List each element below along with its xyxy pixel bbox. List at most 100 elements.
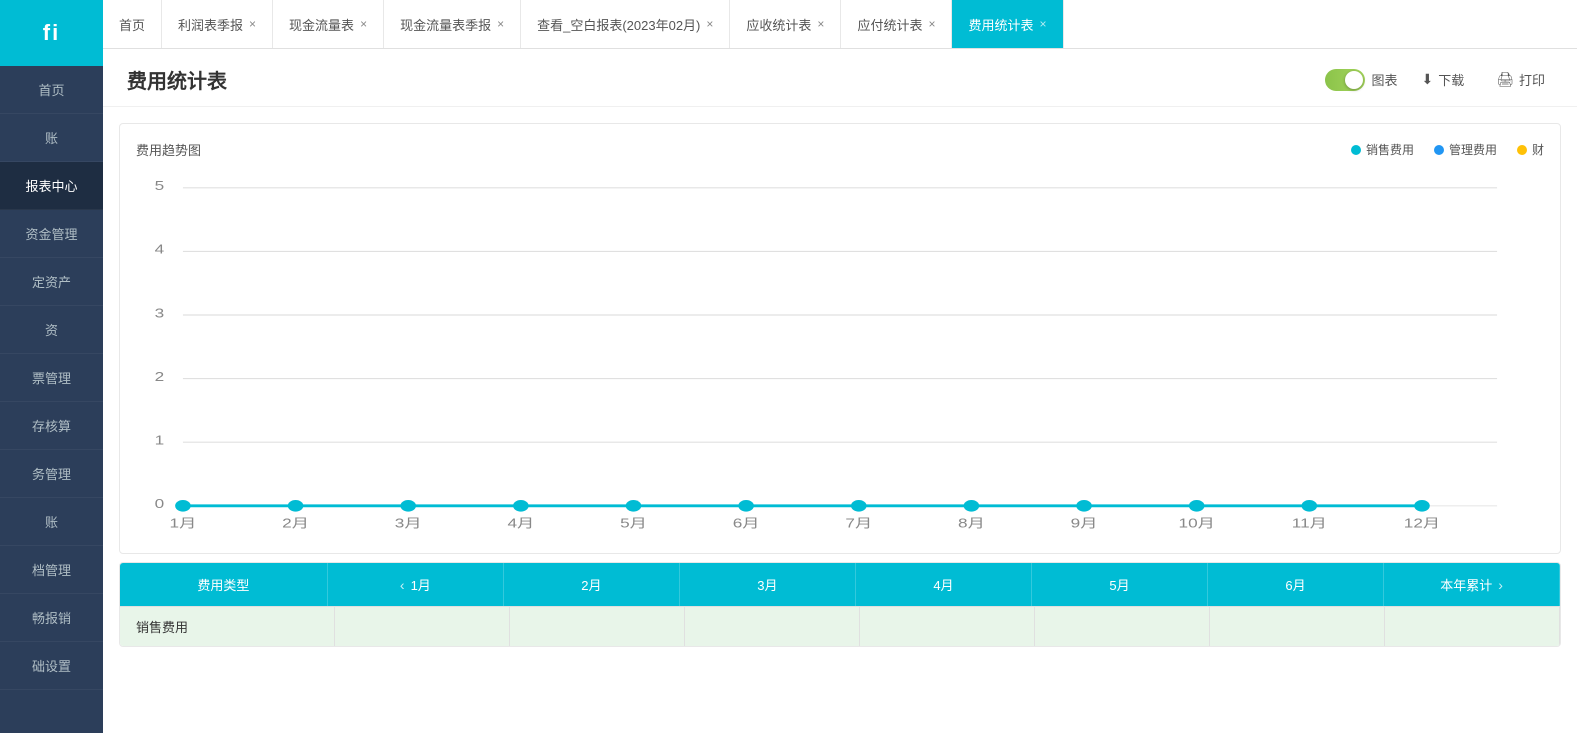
sidebar-item-accounts[interactable]: 账 [0,114,103,162]
svg-text:7月: 7月 [845,517,872,531]
svg-text:12月: 12月 [1404,517,1440,531]
svg-text:5: 5 [155,179,165,193]
download-icon: ⬇ [1421,71,1433,88]
page-title: 费用统计表 [127,65,227,94]
tab-profit-label: 利润表季报 [178,15,243,34]
sidebar-item-assets[interactable]: 定资产 [0,258,103,306]
col-month1-label: 1月 [411,575,431,594]
sidebar-item-settings[interactable]: 础设置 [0,642,103,690]
tab-cashflow-label: 现金流量表 [289,15,354,34]
toggle-track[interactable] [1325,69,1365,91]
row-sales-m1 [335,607,510,646]
toggle-thumb [1345,71,1363,89]
tab-cashflow-quarter[interactable]: 现金流量表季报 × [384,0,521,48]
tab-payable-close[interactable]: × [928,17,935,31]
sidebar-item-investment[interactable]: 资 [0,306,103,354]
svg-text:11月: 11月 [1292,517,1327,531]
tab-bar: 首页 利润表季报 × 现金流量表 × 现金流量表季报 × 查看_空白报表(202… [103,0,1577,49]
tab-expense-stats[interactable]: 费用统计表 × [952,0,1063,48]
col-month4: 4月 [856,563,1032,606]
row-sales-m6 [1210,607,1385,646]
legend-sales-label: 销售费用 [1366,141,1414,158]
page-header: 费用统计表 图表 ⬇ 下载 🖨 打印 [103,49,1577,107]
legend-sales-dot [1351,145,1361,155]
row-sales-m4 [860,607,1035,646]
tab-expense-stats-close[interactable]: × [1039,17,1046,31]
tab-profit-close[interactable]: × [249,17,256,31]
sidebar: fi 首页 账 报表中心 资金管理 定资产 资 票管理 存核算 务管理 账 档管… [0,0,103,733]
expense-table: 费用类型 ‹ 1月 2月 3月 4月 5月 [119,562,1561,647]
col-next-arrow[interactable]: › [1498,577,1503,593]
sidebar-item-reports[interactable]: 报表中心 [0,162,103,210]
tab-cashflow[interactable]: 现金流量表 × [273,0,384,48]
tab-expense-stats-label: 费用统计表 [968,15,1033,34]
sidebar-item-affairs[interactable]: 务管理 [0,450,103,498]
legend-finance: 财 [1517,141,1544,158]
tab-home-label: 首页 [119,15,145,34]
col-ytd: 本年累计 › [1384,563,1560,606]
chart-header: 费用趋势图 销售费用 管理费用 财 [136,140,1544,159]
col-month4-label: 4月 [933,575,953,594]
legend-sales: 销售费用 [1351,141,1414,158]
sidebar-item-tickets[interactable]: 票管理 [0,354,103,402]
tab-receivable-label: 应收统计表 [746,15,811,34]
tab-payable[interactable]: 应付统计表 × [841,0,952,48]
col-month1: ‹ 1月 [328,563,504,606]
row-sales-m5 [1035,607,1210,646]
tab-cashflow-quarter-close[interactable]: × [497,17,504,31]
download-label: 下载 [1438,70,1464,89]
svg-text:2: 2 [155,370,165,384]
print-button[interactable]: 🖨 打印 [1488,66,1553,93]
tab-blank-report[interactable]: 查看_空白报表(2023年02月) × [521,0,730,48]
tab-receivable[interactable]: 应收统计表 × [730,0,841,48]
tab-profit[interactable]: 利润表季报 × [162,0,273,48]
col-prev-arrow[interactable]: ‹ [400,577,405,593]
download-button[interactable]: ⬇ 下载 [1413,66,1472,93]
col-ytd-label: 本年累计 [1440,575,1492,594]
chart-legend: 销售费用 管理费用 财 [1351,141,1544,158]
tab-blank-report-close[interactable]: × [706,17,713,31]
sidebar-item-funds[interactable]: 资金管理 [0,210,103,258]
svg-text:3: 3 [155,306,165,320]
sidebar-item-ledger[interactable]: 账 [0,498,103,546]
trend-chart: 5 4 3 2 1 0 [136,167,1544,537]
svg-text:6月: 6月 [733,517,760,531]
svg-text:2月: 2月 [282,517,309,531]
col-month3: 3月 [680,563,856,606]
col-month2: 2月 [504,563,680,606]
chart-section: 费用趋势图 销售费用 管理费用 财 [119,123,1561,554]
svg-text:1月: 1月 [170,517,197,531]
sidebar-item-home[interactable]: 首页 [0,66,103,114]
tab-receivable-close[interactable]: × [817,17,824,31]
chart-toggle[interactable]: 图表 [1325,69,1397,91]
chart-toggle-label: 图表 [1371,70,1397,89]
sidebar-logo: fi [0,0,103,66]
main-area: 首页 利润表季报 × 现金流量表 × 现金流量表季报 × 查看_空白报表(202… [103,0,1577,733]
sidebar-item-expense[interactable]: 畅报销 [0,594,103,642]
col-type: 费用类型 [120,563,328,606]
legend-admin: 管理费用 [1434,141,1497,158]
row-sales-m3 [685,607,860,646]
svg-text:3月: 3月 [395,517,422,531]
row-sales-ytd [1385,607,1560,646]
tab-home[interactable]: 首页 [103,0,162,48]
svg-text:1: 1 [155,434,165,448]
print-label: 打印 [1519,70,1545,89]
svg-text:0: 0 [155,497,165,511]
row-type-sales: 销售费用 [120,607,335,646]
print-icon: 🖨 [1496,71,1514,88]
table-header: 费用类型 ‹ 1月 2月 3月 4月 5月 [120,563,1560,606]
sidebar-item-archive[interactable]: 档管理 [0,546,103,594]
col-month6-label: 6月 [1285,575,1305,594]
col-month6: 6月 [1208,563,1384,606]
chart-container: 5 4 3 2 1 0 [136,167,1544,537]
content-area: 费用统计表 图表 ⬇ 下载 🖨 打印 [103,49,1577,733]
row-sales-m2 [510,607,685,646]
tab-cashflow-quarter-label: 现金流量表季报 [400,15,491,34]
col-month3-label: 3月 [757,575,777,594]
legend-finance-label: 财 [1532,141,1544,158]
tab-cashflow-close[interactable]: × [360,17,367,31]
sidebar-item-inventory[interactable]: 存核算 [0,402,103,450]
col-type-label: 费用类型 [197,575,249,594]
tab-blank-report-label: 查看_空白报表(2023年02月) [537,15,700,34]
